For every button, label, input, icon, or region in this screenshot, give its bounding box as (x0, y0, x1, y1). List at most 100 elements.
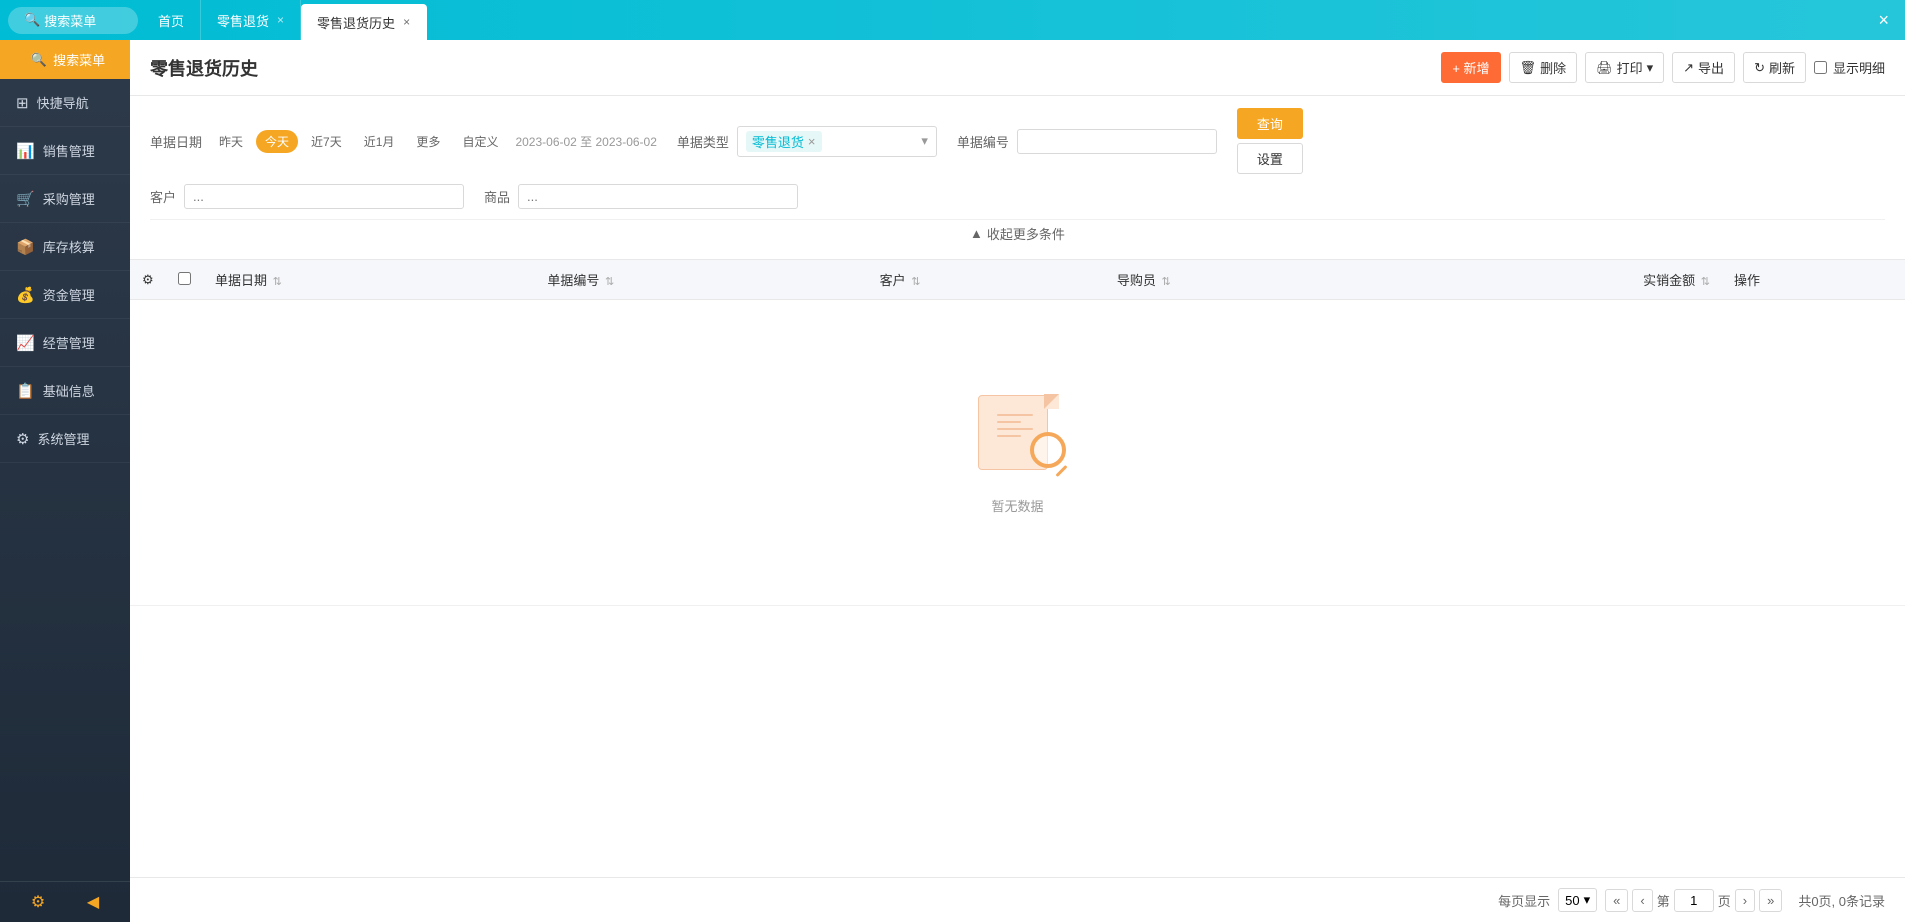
query-button[interactable]: 查询 (1237, 108, 1303, 139)
col-amount-label: 实销金额 (1643, 273, 1695, 288)
refresh-button[interactable]: ↻ 刷新 (1743, 52, 1806, 83)
sidebar-item-inventory-label: 库存核算 (43, 237, 95, 256)
date-more-btn[interactable]: 更多 (407, 130, 449, 153)
doc-no-input[interactable] (1017, 129, 1217, 154)
export-label: 导出 (1698, 58, 1724, 77)
export-button[interactable]: ↗ 导出 (1672, 52, 1735, 83)
sidebar-item-finance[interactable]: 💰 资金管理 (0, 271, 130, 319)
page-unit: 页 (1718, 891, 1731, 910)
doc-type-select[interactable]: 零售退货 × ▾ (737, 126, 937, 157)
date-filter-item: 单据日期 昨天 今天 近7天 近1月 更多 自定义 2023-06-02 至 2… (150, 130, 657, 153)
page-size-value: 50 (1565, 893, 1579, 908)
sidebar-item-operations[interactable]: 📈 经营管理 (0, 319, 130, 367)
page-first-btn[interactable]: « (1605, 889, 1628, 912)
col-doc-date-sort-icon[interactable]: ⇅ (273, 276, 282, 288)
date-7days-btn[interactable]: 近7天 (302, 130, 351, 153)
print-label: 打印 (1617, 58, 1643, 77)
finance-icon: 💰 (16, 286, 35, 304)
table-header: ⚙ 单据日期 ⇅ 单据编号 ⇅ (130, 260, 1905, 300)
sidebar: 🔍 搜索菜单 ⊞ 快捷导航 📊 销售管理 🛒 采购管理 📦 库存核算 💰 (0, 40, 130, 922)
sidebar-item-inventory[interactable]: 📦 库存核算 (0, 223, 130, 271)
sidebar-item-sales[interactable]: 📊 销售管理 (0, 127, 130, 175)
tab-retail-return-history[interactable]: 零售退货历史 × (301, 4, 427, 40)
col-guide-sort-icon[interactable]: ⇅ (1162, 276, 1171, 288)
sidebar-item-system[interactable]: ⚙ 系统管理 (0, 415, 130, 463)
delete-icon: 🗑 (1520, 60, 1537, 76)
delete-button[interactable]: 🗑 删除 (1509, 52, 1578, 83)
page-next-btn[interactable]: › (1735, 889, 1755, 912)
col-doc-date: 单据日期 ⇅ (203, 260, 535, 300)
sidebar-settings-button[interactable]: ⚙ (31, 892, 45, 912)
page-prev-btn[interactable]: ‹ (1632, 889, 1652, 912)
data-table: ⚙ 单据日期 ⇅ 单据编号 ⇅ (130, 260, 1905, 606)
tab-retail-return-history-close[interactable]: × (403, 15, 410, 29)
col-customer-sort-icon[interactable]: ⇅ (911, 276, 920, 288)
new-button[interactable]: + 新增 (1441, 52, 1500, 83)
filter-row-2: 客户 商品 (150, 184, 1885, 209)
doc-type-tag-remove[interactable]: × (808, 134, 816, 149)
page-size-select[interactable]: 50 ▾ (1558, 888, 1597, 912)
tab-home[interactable]: 首页 (142, 0, 201, 40)
sidebar-item-quick-nav[interactable]: ⊞ 快捷导航 (0, 79, 130, 127)
close-window-button[interactable]: × (1862, 10, 1905, 31)
page-size-label: 每页显示 (1498, 891, 1550, 910)
paper-line-1 (997, 414, 1033, 416)
collapse-conditions-btn[interactable]: ▲ 收起更多条件 (150, 219, 1885, 247)
col-checkbox (166, 260, 203, 300)
sidebar-item-purchase[interactable]: 🛒 采购管理 (0, 175, 130, 223)
sidebar-item-basic-info[interactable]: 📋 基础信息 (0, 367, 130, 415)
top-bar: 🔍 搜索菜单 首页 零售退货 × 零售退货历史 × × (0, 0, 1905, 40)
tab-retail-return[interactable]: 零售退货 × (201, 0, 301, 40)
sidebar-collapse-button[interactable]: ◀ (87, 892, 99, 912)
sidebar-item-operations-label: 经营管理 (43, 333, 95, 352)
date-yesterday-btn[interactable]: 昨天 (210, 130, 252, 153)
doc-no-label: 单据编号 (957, 132, 1009, 151)
table-body: 暂无数据 (130, 300, 1905, 606)
filter-area: 单据日期 昨天 今天 近7天 近1月 更多 自定义 2023-06-02 至 2… (130, 96, 1905, 260)
system-icon: ⚙ (16, 430, 29, 448)
display-detail-checkbox-area: 显示明细 (1814, 58, 1885, 77)
doc-no-filter-item: 单据编号 (957, 129, 1217, 154)
col-amount: 实销金额 ⇅ (1390, 260, 1722, 300)
doc-type-tag-text: 零售退货 (752, 132, 804, 151)
date-1month-btn[interactable]: 近1月 (355, 130, 404, 153)
col-customer: 客户 ⇅ (868, 260, 1105, 300)
date-filter-label: 单据日期 (150, 132, 202, 151)
goods-input[interactable] (518, 184, 798, 209)
customer-input[interactable] (184, 184, 464, 209)
date-custom-btn[interactable]: 自定义 (453, 130, 507, 153)
main-layout: 🔍 搜索菜单 ⊞ 快捷导航 📊 销售管理 🛒 采购管理 📦 库存核算 💰 (0, 40, 1905, 922)
export-icon: ↗ (1683, 60, 1694, 76)
basic-info-icon: 📋 (16, 382, 35, 400)
print-icon: 🖨 (1596, 60, 1613, 76)
sidebar-item-quick-nav-label: 快捷导航 (37, 93, 89, 112)
refresh-icon: ↻ (1754, 60, 1765, 76)
col-settings: ⚙ (130, 260, 166, 300)
tab-retail-return-label: 零售退货 (217, 11, 269, 30)
doc-type-filter-item: 单据类型 零售退货 × ▾ (677, 126, 937, 157)
sidebar-search-icon: 🔍 (31, 52, 47, 68)
paper-fold (1044, 394, 1059, 409)
quick-nav-icon: ⊞ (16, 94, 29, 112)
date-today-btn[interactable]: 今天 (256, 130, 298, 153)
col-doc-no-sort-icon[interactable]: ⇅ (605, 276, 614, 288)
col-amount-sort-icon[interactable]: ⇅ (1701, 276, 1710, 288)
paper-lines (997, 414, 1033, 442)
tab-retail-return-close[interactable]: × (277, 13, 284, 27)
page-number-input[interactable] (1674, 889, 1714, 912)
sidebar-item-system-label: 系统管理 (37, 429, 89, 448)
customer-filter-item: 客户 (150, 184, 464, 209)
paper-line-2 (997, 421, 1021, 423)
col-settings-icon[interactable]: ⚙ (142, 272, 154, 287)
settings-button[interactable]: 设置 (1237, 143, 1303, 174)
page-last-btn[interactable]: » (1759, 889, 1782, 912)
col-guide-label: 导购员 (1117, 273, 1156, 288)
display-detail-checkbox[interactable] (1814, 61, 1827, 74)
filter-row-1: 单据日期 昨天 今天 近7天 近1月 更多 自定义 2023-06-02 至 2… (150, 108, 1885, 174)
search-menu-bar[interactable]: 🔍 搜索菜单 (8, 7, 138, 34)
search-menu-label: 搜索菜单 (44, 11, 96, 30)
page-header: 零售退货历史 + 新增 🗑 删除 🖨 打印 ▾ ↗ 导出 ↻ (130, 40, 1905, 96)
sidebar-search-menu[interactable]: 🔍 搜索菜单 (0, 40, 130, 79)
print-button[interactable]: 🖨 打印 ▾ (1585, 52, 1664, 83)
select-all-checkbox[interactable] (178, 272, 191, 285)
